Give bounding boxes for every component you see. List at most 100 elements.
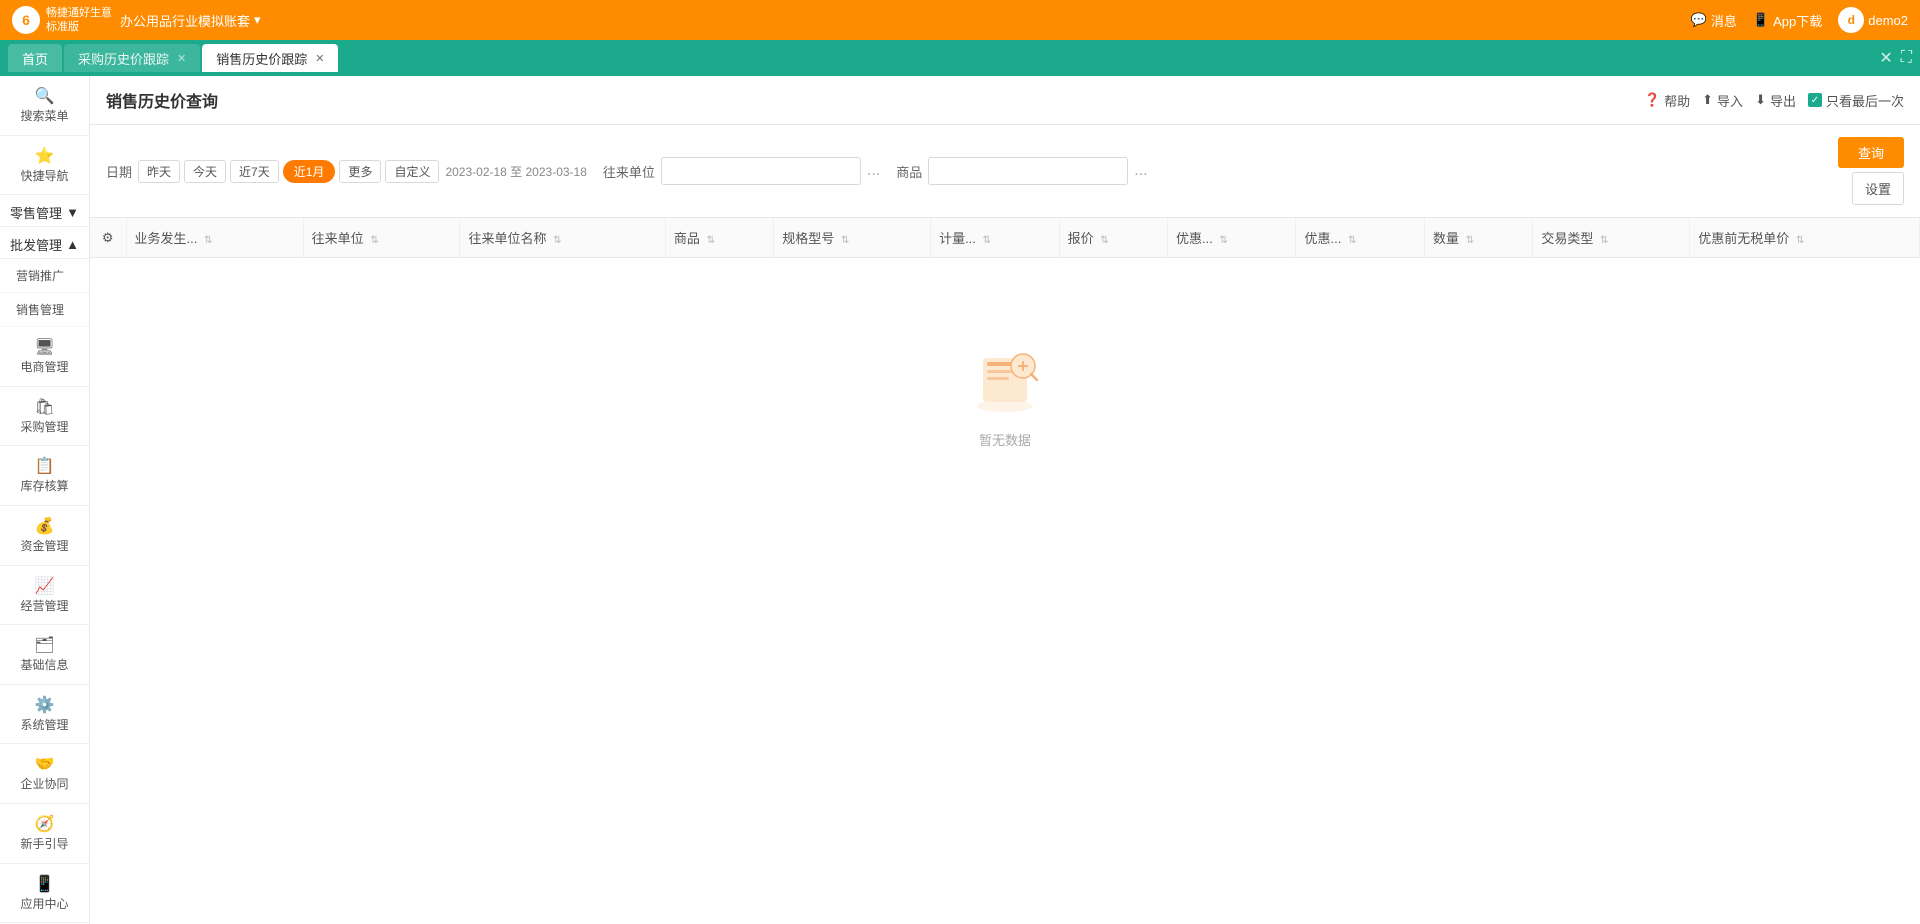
page-header-actions: ❓ 帮助 ⬆ 导入 ⬇ 导出 ✓ 只看最后一次 <box>1644 91 1904 122</box>
sort-icon: ⇅ <box>1796 235 1804 246</box>
sidebar-item-wholesale[interactable]: 批发管理 ▲ <box>0 227 89 259</box>
query-button[interactable]: 查询 <box>1838 137 1904 168</box>
content-area: 销售历史价查询 ❓ 帮助 ⬆ 导入 ⬇ 导出 ✓ 只看最后一次 <box>90 76 1920 924</box>
workspace-selector[interactable]: 办公用品行业模拟账套 ▾ <box>120 11 261 30</box>
sidebar-sub-item-sales[interactable]: 销售管理 <box>0 293 89 327</box>
date-btn-yesterday[interactable]: 昨天 <box>138 160 180 183</box>
product-dots[interactable]: ... <box>1134 162 1147 180</box>
column-partner-name[interactable]: 往来单位名称 ⇅ <box>460 218 665 258</box>
sort-icon: ⇅ <box>983 235 991 246</box>
column-quantity[interactable]: 数量 ⇅ <box>1425 218 1533 258</box>
product-filter-group: 商品 ... <box>896 157 1147 185</box>
column-biz-date[interactable]: 业务发生... ⇅ <box>126 218 303 258</box>
close-window-icon[interactable]: ✕ <box>1879 48 1892 68</box>
filter-right-actions: 查询 设置 <box>1838 137 1904 205</box>
sidebar-item-purchase[interactable]: 🛍 采购管理 <box>0 387 89 447</box>
close-tab2-icon[interactable]: ✕ <box>315 52 324 65</box>
sort-icon: ⇅ <box>1600 235 1608 246</box>
only-last-checkbox[interactable]: ✓ 只看最后一次 <box>1808 91 1904 110</box>
date-filter-group: 日期 昨天 今天 近7天 近1月 更多 自定义 2023-02-18 至 202… <box>106 160 587 183</box>
date-buttons: 昨天 今天 近7天 近1月 更多 自定义 <box>138 160 439 183</box>
partner-dots[interactable]: ... <box>867 162 880 180</box>
top-bar: 6 畅捷通好生意 标准版 办公用品行业模拟账套 ▾ 💬 消息 📱 App下载 d… <box>0 0 1920 40</box>
sidebar-item-operations[interactable]: 📈 经营管理 <box>0 566 89 626</box>
empty-icon <box>965 338 1045 418</box>
page-header: 销售历史价查询 ❓ 帮助 ⬆ 导入 ⬇ 导出 ✓ 只看最后一次 <box>90 76 1920 125</box>
column-discount1[interactable]: 优惠... ⇅ <box>1167 218 1296 258</box>
logo-icon: 6 <box>12 6 40 34</box>
top-bar-right: 💬 消息 📱 App下载 d demo2 <box>1691 7 1908 33</box>
logo-area: 6 畅捷通好生意 标准版 <box>12 6 112 35</box>
chevron-up-icon: ▲ <box>66 237 79 252</box>
user-menu[interactable]: d demo2 <box>1838 7 1908 33</box>
data-table: ⚙ 业务发生... ⇅ 往来单位 ⇅ 往来单位名称 ⇅ <box>90 218 1920 258</box>
close-tab1-icon[interactable]: ✕ <box>177 52 186 65</box>
sidebar-item-ecommerce[interactable]: 🖥 电商管理 <box>0 327 89 387</box>
partner-label: 往来单位 <box>603 162 655 181</box>
date-btn-7days[interactable]: 近7天 <box>230 160 279 183</box>
sidebar-item-finance[interactable]: 💰 资金管理 <box>0 506 89 566</box>
date-btn-more[interactable]: 更多 <box>339 160 381 183</box>
finance-icon: 💰 <box>35 516 55 536</box>
help-icon: ❓ <box>1644 92 1660 108</box>
sort-icon: ⇅ <box>553 235 561 246</box>
app-download-button[interactable]: 📱 App下载 <box>1753 11 1822 30</box>
date-btn-1month[interactable]: 近1月 <box>283 160 336 183</box>
filter-settings-button[interactable]: 设置 <box>1852 172 1904 205</box>
sort-icon: ⇅ <box>841 235 849 246</box>
sort-icon: ⇅ <box>1348 235 1356 246</box>
date-range-display: 2023-02-18 至 2023-03-18 <box>445 163 586 180</box>
column-pre-tax[interactable]: 优惠前无税单价 ⇅ <box>1690 218 1920 258</box>
ecommerce-icon: 🖥 <box>34 337 54 357</box>
sidebar-item-basic[interactable]: 🗂 基础信息 <box>0 625 89 685</box>
sidebar-item-enterprise[interactable]: 🤝 企业协同 <box>0 744 89 804</box>
message-button[interactable]: 💬 消息 <box>1691 11 1737 30</box>
column-settings[interactable]: ⚙ <box>90 218 126 258</box>
avatar: d <box>1838 7 1864 33</box>
import-button[interactable]: ⬆ 导入 <box>1702 91 1743 110</box>
inventory-icon: 📋 <box>35 456 55 476</box>
sort-icon: ⇅ <box>707 235 715 246</box>
column-partner-code[interactable]: 往来单位 ⇅ <box>303 218 460 258</box>
product-label: 商品 <box>896 162 922 181</box>
date-btn-today[interactable]: 今天 <box>184 160 226 183</box>
sort-icon: ⇅ <box>1219 235 1227 246</box>
column-discount2[interactable]: 优惠... ⇅ <box>1296 218 1425 258</box>
partner-input[interactable] <box>661 157 861 185</box>
logo-text: 畅捷通好生意 标准版 <box>46 6 112 35</box>
product-input[interactable] <box>928 157 1128 185</box>
date-label: 日期 <box>106 162 132 181</box>
sidebar-item-guide[interactable]: 🧭 新手引导 <box>0 804 89 864</box>
column-spec[interactable]: 规格型号 ⇅ <box>774 218 931 258</box>
sidebar-item-system[interactable]: ⚙️ 系统管理 <box>0 685 89 745</box>
tab-bar-actions: ✕ ⛶ <box>1879 48 1912 68</box>
column-quote[interactable]: 报价 ⇅ <box>1059 218 1167 258</box>
sidebar-item-appstore[interactable]: 📱 应用中心 <box>0 864 89 924</box>
enterprise-icon: 🤝 <box>35 754 55 774</box>
operations-icon: 📈 <box>35 576 55 596</box>
system-icon: ⚙️ <box>35 695 55 715</box>
column-trade-type[interactable]: 交易类型 ⇅ <box>1533 218 1690 258</box>
sidebar-item-retail[interactable]: 零售管理 ▼ <box>0 195 89 227</box>
sidebar-item-quick-nav[interactable]: ⭐ 快捷导航 <box>0 136 89 196</box>
partner-filter-group: 往来单位 ... <box>603 157 880 185</box>
export-button[interactable]: ⬇ 导出 <box>1755 91 1796 110</box>
help-button[interactable]: ❓ 帮助 <box>1644 91 1690 110</box>
column-unit[interactable]: 计量... ⇅ <box>931 218 1060 258</box>
data-table-container: ⚙ 业务发生... ⇅ 往来单位 ⇅ 往来单位名称 ⇅ <box>90 218 1920 924</box>
fullscreen-icon[interactable]: ⛶ <box>1901 49 1912 67</box>
sidebar-sub-item-marketing[interactable]: 营销推广 <box>0 259 89 293</box>
column-product[interactable]: 商品 ⇅ <box>665 218 773 258</box>
tab-purchase-history[interactable]: 采购历史价跟踪 ✕ <box>64 44 200 72</box>
message-icon: 💬 <box>1691 12 1707 28</box>
table-header-row: ⚙ 业务发生... ⇅ 往来单位 ⇅ 往来单位名称 ⇅ <box>90 218 1920 258</box>
date-btn-custom[interactable]: 自定义 <box>385 160 439 183</box>
sidebar-item-search[interactable]: 🔍 搜索菜单 <box>0 76 89 136</box>
sidebar-item-inventory[interactable]: 📋 库存核算 <box>0 446 89 506</box>
tab-home[interactable]: 首页 <box>8 44 62 72</box>
empty-state: 暂无数据 <box>90 258 1920 529</box>
main-layout: 🔍 搜索菜单 ⭐ 快捷导航 零售管理 ▼ 批发管理 ▲ 营销推广 销售管理 🖥 … <box>0 76 1920 924</box>
filter-bar: 日期 昨天 今天 近7天 近1月 更多 自定义 2023-02-18 至 202… <box>90 125 1920 218</box>
tab-sales-history[interactable]: 销售历史价跟踪 ✕ <box>202 44 338 72</box>
phone-icon: 📱 <box>1753 12 1769 28</box>
